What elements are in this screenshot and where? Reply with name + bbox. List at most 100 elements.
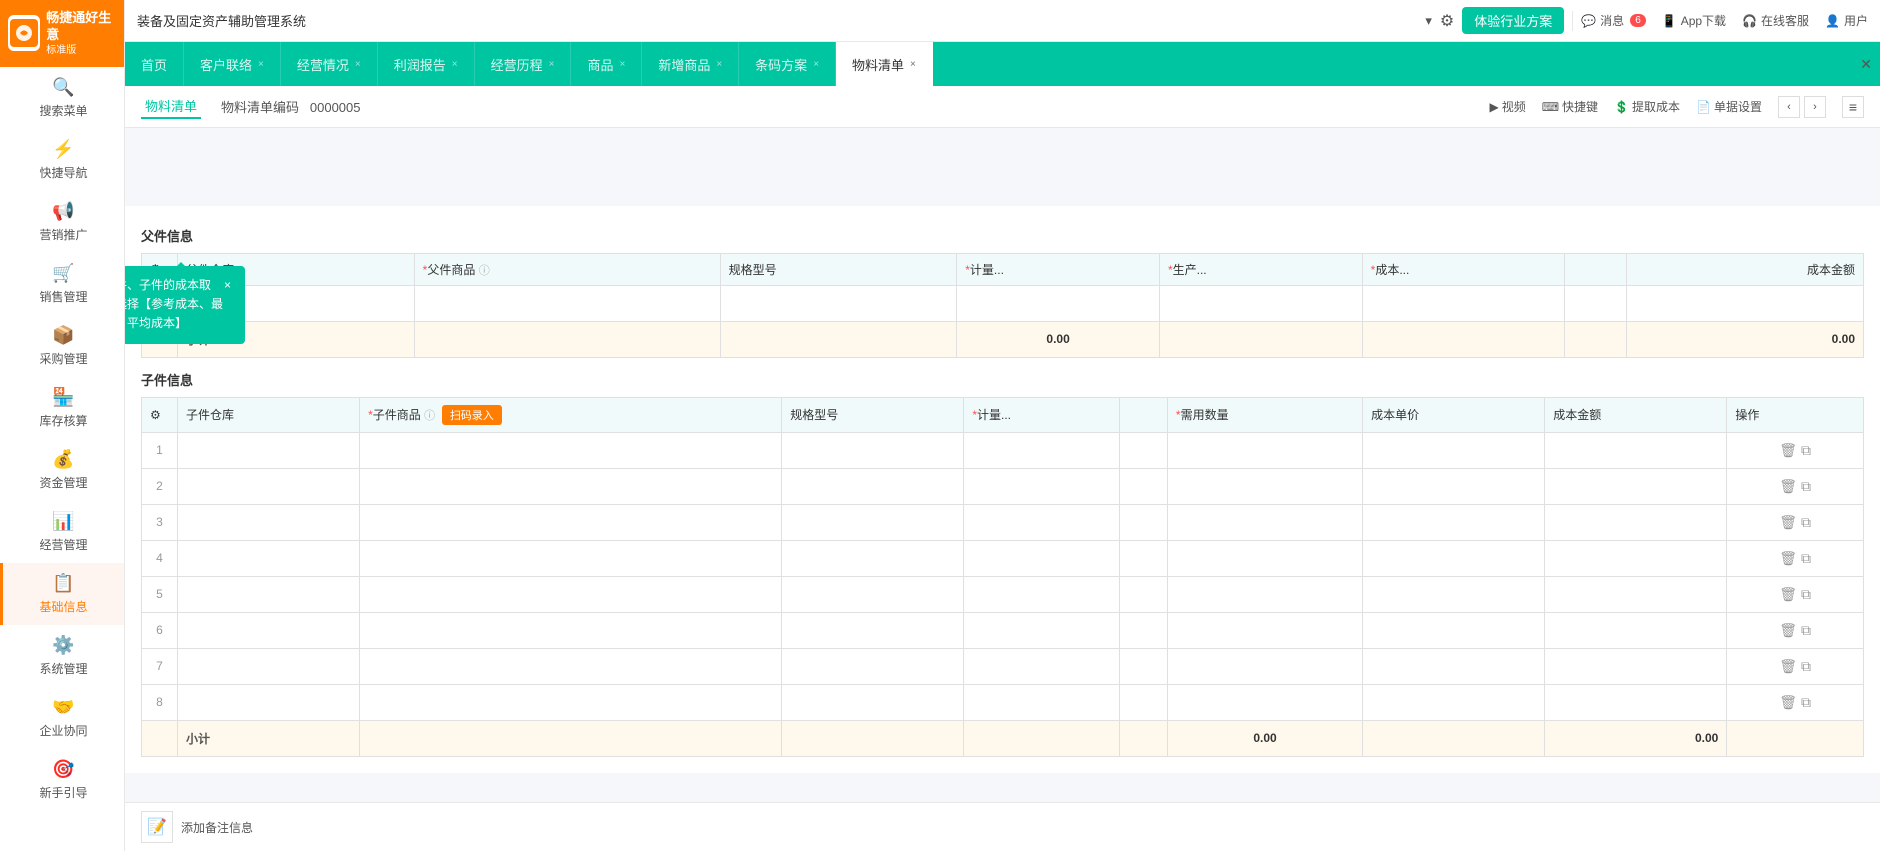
online-service-button[interactable]: 🎧 在线客服 bbox=[1742, 12, 1809, 29]
child-row5-warehouse[interactable] bbox=[178, 576, 360, 612]
child-row1-unit-cost[interactable] bbox=[1363, 432, 1545, 468]
parent-row1-goods[interactable] bbox=[414, 285, 720, 321]
copy-row-icon[interactable]: ⧉ bbox=[1801, 514, 1811, 531]
sidebar-item-operations[interactable]: 📊 经营管理 bbox=[0, 501, 124, 563]
user-button[interactable]: 👤 用户 bbox=[1825, 12, 1868, 29]
sidebar-item-basic-info[interactable]: 📋 基础信息 bbox=[0, 563, 124, 625]
child-row7-qty[interactable] bbox=[1167, 648, 1362, 684]
delete-row-icon[interactable]: 🗑 bbox=[1779, 586, 1797, 603]
tab-biz-history-close[interactable]: × bbox=[549, 59, 555, 70]
child-row3-unit[interactable] bbox=[964, 504, 1120, 540]
child-row8-goods[interactable] bbox=[360, 684, 782, 720]
system-dropdown[interactable]: ▾ bbox=[1425, 13, 1432, 29]
sidebar-item-marketing[interactable]: 📢 营销推广 bbox=[0, 191, 124, 253]
child-row1-spec[interactable] bbox=[782, 432, 964, 468]
child-row7-warehouse[interactable] bbox=[178, 648, 360, 684]
child-row4-unit[interactable] bbox=[964, 540, 1120, 576]
child-row4-warehouse[interactable] bbox=[178, 540, 360, 576]
child-row1-warehouse[interactable] bbox=[178, 432, 360, 468]
copy-row-icon[interactable]: ⧉ bbox=[1801, 694, 1811, 711]
parent-row1-produce[interactable] bbox=[1159, 285, 1362, 321]
logo[interactable]: 畅捷通好生意 标准版 bbox=[0, 0, 124, 67]
child-row2-spec[interactable] bbox=[782, 468, 964, 504]
tab-customer-close[interactable]: × bbox=[258, 59, 264, 70]
child-row5-unit-cost[interactable] bbox=[1363, 576, 1545, 612]
copy-row-icon[interactable]: ⧉ bbox=[1801, 442, 1811, 459]
close-all-tabs[interactable]: ✕ bbox=[1860, 56, 1872, 73]
tab-profit[interactable]: 利润报告 × bbox=[378, 42, 475, 86]
single-settings-action[interactable]: 📄 单据设置 bbox=[1696, 98, 1762, 115]
sub-tab-bom-list[interactable]: 物料清单 bbox=[141, 94, 201, 119]
child-row7-goods[interactable] bbox=[360, 648, 782, 684]
parent-row1-unit[interactable] bbox=[957, 285, 1160, 321]
child-row8-spec[interactable] bbox=[782, 684, 964, 720]
delete-row-icon[interactable]: 🗑 bbox=[1779, 478, 1797, 495]
delete-row-icon[interactable]: 🗑 bbox=[1779, 694, 1797, 711]
tab-home[interactable]: 首页 bbox=[125, 42, 184, 86]
child-row7-unit[interactable] bbox=[964, 648, 1120, 684]
child-row3-warehouse[interactable] bbox=[178, 504, 360, 540]
scan-input-button[interactable]: 扫码录入 bbox=[442, 405, 502, 425]
nav-prev-button[interactable]: ‹ bbox=[1778, 96, 1800, 118]
child-row8-unit[interactable] bbox=[964, 684, 1120, 720]
child-row1-goods[interactable] bbox=[360, 432, 782, 468]
tab-goods[interactable]: 商品 × bbox=[571, 42, 642, 86]
child-row6-spec[interactable] bbox=[782, 612, 964, 648]
child-row5-unit[interactable] bbox=[964, 576, 1120, 612]
child-row2-qty[interactable] bbox=[1167, 468, 1362, 504]
child-row7-spec[interactable] bbox=[782, 648, 964, 684]
tab-operations-status[interactable]: 经营情况 × bbox=[281, 42, 378, 86]
child-row6-unit-cost[interactable] bbox=[1363, 612, 1545, 648]
child-row6-goods[interactable] bbox=[360, 612, 782, 648]
sidebar-item-quick-nav[interactable]: ⚡ 快捷导航 bbox=[0, 129, 124, 191]
delete-row-icon[interactable]: 🗑 bbox=[1779, 550, 1797, 567]
tab-new-goods-close[interactable]: × bbox=[716, 59, 722, 70]
sub-tab-bom-code[interactable]: 物料清单编码 0000005 bbox=[217, 95, 364, 118]
app-download-button[interactable]: 📱 App下载 bbox=[1662, 12, 1726, 29]
child-row2-unit[interactable] bbox=[964, 468, 1120, 504]
child-row4-qty[interactable] bbox=[1167, 540, 1362, 576]
delete-row-icon[interactable]: 🗑 bbox=[1779, 514, 1797, 531]
tab-biz-history[interactable]: 经营历程 × bbox=[475, 42, 572, 86]
shortcut-action[interactable]: ⌨ 快捷键 bbox=[1542, 98, 1598, 115]
list-view-button[interactable]: ≡ bbox=[1842, 96, 1864, 118]
child-row5-goods[interactable] bbox=[360, 576, 782, 612]
tab-bom[interactable]: 物料清单 × bbox=[836, 42, 933, 86]
copy-row-icon[interactable]: ⧉ bbox=[1801, 478, 1811, 495]
child-row2-warehouse[interactable] bbox=[178, 468, 360, 504]
child-row2-goods[interactable] bbox=[360, 468, 782, 504]
child-row1-qty[interactable] bbox=[1167, 432, 1362, 468]
tab-new-goods[interactable]: 新增商品 × bbox=[642, 42, 739, 86]
tab-barcode-close[interactable]: × bbox=[813, 59, 819, 70]
add-note-label[interactable]: 添加备注信息 bbox=[181, 819, 253, 836]
tab-barcode[interactable]: 条码方案 × bbox=[739, 42, 836, 86]
sidebar-item-inventory[interactable]: 🏪 库存核算 bbox=[0, 377, 124, 439]
child-row3-spec[interactable] bbox=[782, 504, 964, 540]
child-row3-qty[interactable] bbox=[1167, 504, 1362, 540]
delete-row-icon[interactable]: 🗑 bbox=[1779, 622, 1797, 639]
child-row4-unit-cost[interactable] bbox=[1363, 540, 1545, 576]
sidebar-item-guide[interactable]: 🎯 新手引导 bbox=[0, 749, 124, 811]
nav-next-button[interactable]: › bbox=[1804, 96, 1826, 118]
child-row3-goods[interactable] bbox=[360, 504, 782, 540]
child-row6-warehouse[interactable] bbox=[178, 612, 360, 648]
child-row4-goods[interactable] bbox=[360, 540, 782, 576]
child-row7-unit-cost[interactable] bbox=[1363, 648, 1545, 684]
tooltip-close-button[interactable]: × bbox=[224, 276, 231, 295]
child-row4-spec[interactable] bbox=[782, 540, 964, 576]
child-row1-unit[interactable] bbox=[964, 432, 1120, 468]
tab-bom-close[interactable]: × bbox=[910, 59, 916, 70]
child-row2-unit-cost[interactable] bbox=[1363, 468, 1545, 504]
copy-row-icon[interactable]: ⧉ bbox=[1801, 658, 1811, 675]
parent-row1-cost[interactable] bbox=[1362, 285, 1565, 321]
tab-operations-status-close[interactable]: × bbox=[355, 59, 361, 70]
child-row8-unit-cost[interactable] bbox=[1363, 684, 1545, 720]
sidebar-item-finance[interactable]: 💰 资金管理 bbox=[0, 439, 124, 501]
copy-row-icon[interactable]: ⧉ bbox=[1801, 586, 1811, 603]
child-row3-unit-cost[interactable] bbox=[1363, 504, 1545, 540]
experience-button[interactable]: 体验行业方案 bbox=[1462, 7, 1564, 34]
copy-row-icon[interactable]: ⧉ bbox=[1801, 550, 1811, 567]
child-row8-warehouse[interactable] bbox=[178, 684, 360, 720]
tab-goods-close[interactable]: × bbox=[619, 59, 625, 70]
cost-action[interactable]: 💲 提取成本 bbox=[1614, 98, 1680, 115]
